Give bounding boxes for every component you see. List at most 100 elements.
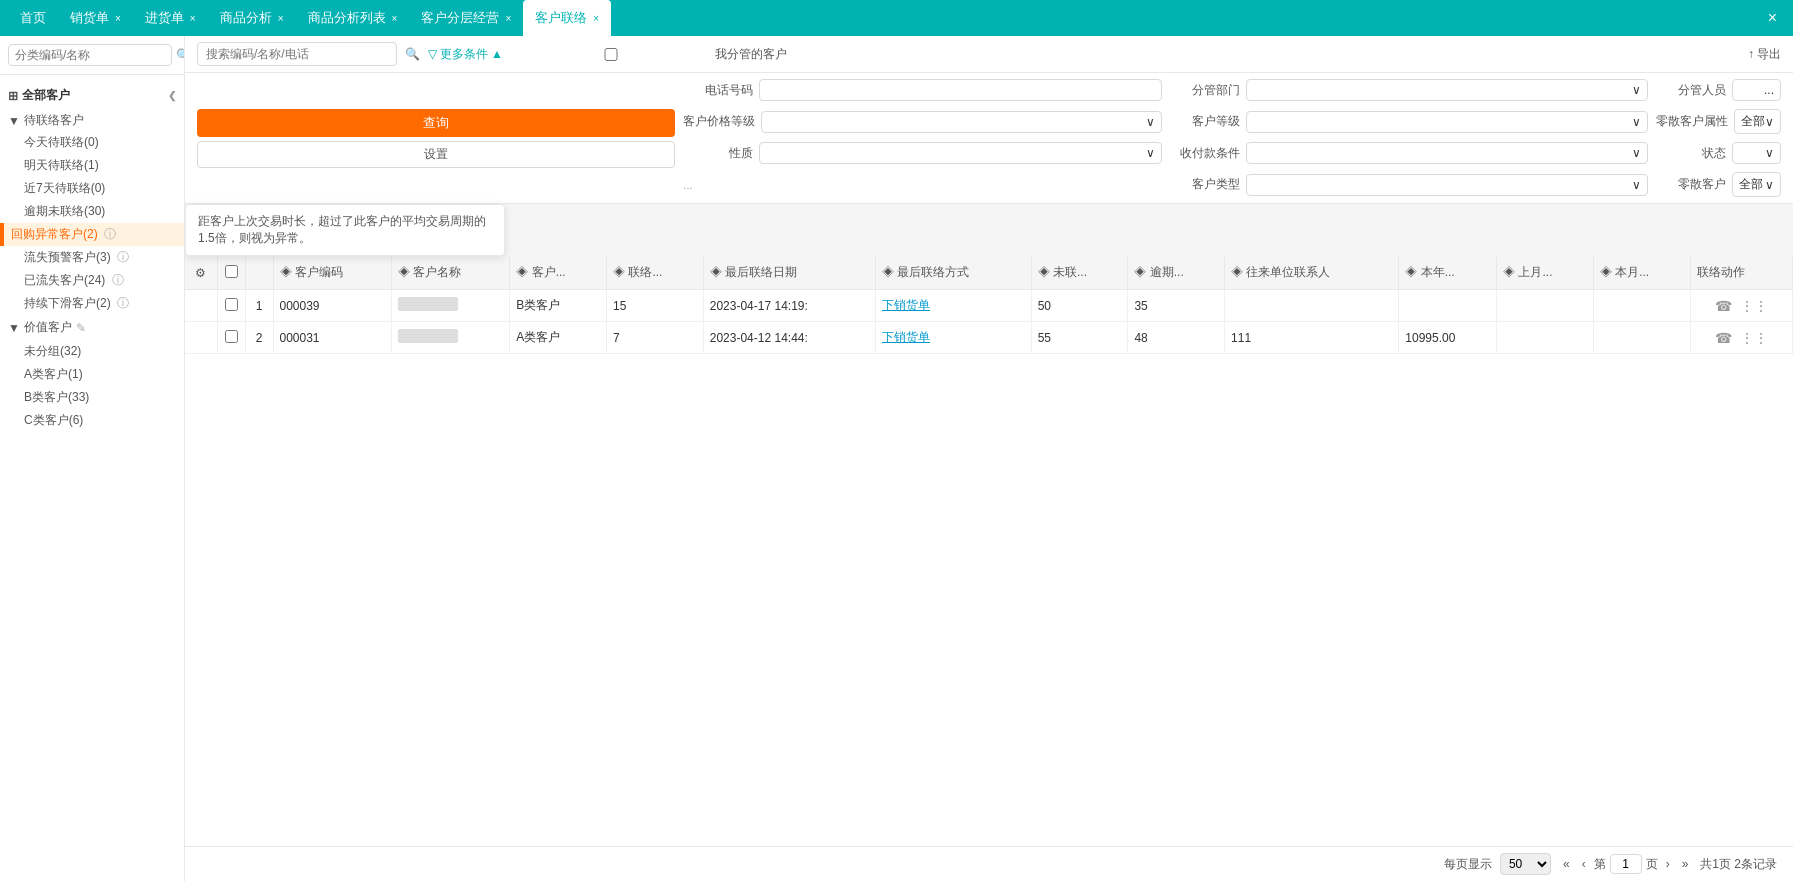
sidebar-search-icon[interactable]: 🔍: [176, 48, 185, 62]
value-customer-group[interactable]: ▼ 价值客户 ✎: [0, 315, 184, 340]
col-this-year[interactable]: ◈ 本年...: [1399, 256, 1497, 290]
nav-customer-contact-close[interactable]: ×: [593, 13, 599, 24]
filter-person: 分管人员 ...: [1656, 79, 1781, 101]
filter-bar: 🔍 ▽ 更多条件 ▲ 我分管的客户 ↑ 导出: [185, 36, 1793, 73]
col-no-contact[interactable]: ◈ 未联...: [1031, 256, 1128, 290]
row2-more-icon[interactable]: ⋮⋮: [1740, 330, 1768, 346]
ellipsis-icon: ...: [1764, 83, 1774, 97]
payment-select[interactable]: ∨: [1246, 142, 1648, 164]
retail-customer-select[interactable]: 全部 ∨: [1732, 172, 1781, 197]
row1-settings: [185, 290, 217, 322]
phone-input[interactable]: [759, 79, 1161, 101]
more-conditions-btn[interactable]: ▽ 更多条件 ▲: [428, 46, 503, 63]
sidebar-search-input[interactable]: [8, 44, 172, 66]
nav-home[interactable]: 首页: [8, 0, 58, 36]
payment-label: 收付款条件: [1170, 145, 1240, 162]
dept-select[interactable]: ∨: [1246, 79, 1648, 101]
settings-button[interactable]: 设置: [197, 141, 675, 168]
sidebar-item-repurchase-abnormal[interactable]: 回购异常客户(2) ⓘ: [0, 223, 184, 246]
select-all-checkbox[interactable]: [225, 265, 238, 278]
row1-call-icon[interactable]: ☎: [1715, 298, 1732, 314]
first-page-btn[interactable]: «: [1559, 855, 1574, 873]
retail-attr-select[interactable]: 全部 ∨: [1734, 109, 1781, 134]
status-select[interactable]: ∨: [1732, 142, 1781, 164]
col-overdue[interactable]: ◈ 逾期...: [1128, 256, 1225, 290]
value-edit-icon[interactable]: ✎: [76, 321, 86, 335]
col-last-method[interactable]: ◈ 最后联络方式: [876, 256, 1032, 290]
sidebar-item-declining[interactable]: 持续下滑客户(2) ⓘ: [0, 292, 184, 315]
col-name[interactable]: ◈ 客户名称: [391, 256, 509, 290]
col-settings[interactable]: ⚙: [185, 256, 217, 290]
value-arrow: ▼: [8, 321, 20, 335]
filter-retail-customer: 零散客户 全部 ∨: [1656, 172, 1781, 197]
row1-no-contact: 50: [1031, 290, 1128, 322]
col-this-month[interactable]: ◈ 本月...: [1593, 256, 1690, 290]
filter-icon: ▽: [428, 47, 437, 61]
query-button[interactable]: 查询: [197, 109, 675, 137]
row2-last-method-link[interactable]: 下销货单: [882, 330, 930, 344]
col-type[interactable]: ◈ 客户...: [510, 256, 607, 290]
nav-customer-contact[interactable]: 客户联络 ×: [523, 0, 611, 36]
col-last-month[interactable]: ◈ 上月...: [1497, 256, 1594, 290]
col-code[interactable]: ◈ 客户编码: [273, 256, 391, 290]
row1-more-icon[interactable]: ⋮⋮: [1740, 298, 1768, 314]
per-page-select[interactable]: 50 100 200: [1500, 853, 1551, 875]
nav-sales[interactable]: 销货单 ×: [58, 0, 133, 36]
my-customer-checkbox-area[interactable]: 我分管的客户: [511, 46, 787, 63]
nav-purchase-close[interactable]: ×: [190, 13, 196, 24]
sidebar-item-ungrouped[interactable]: 未分组(32): [0, 340, 184, 363]
last-page-btn[interactable]: »: [1678, 855, 1693, 873]
row2-last-method: 下销货单: [876, 322, 1032, 354]
nav-analysis-list-close[interactable]: ×: [392, 13, 398, 24]
page-number-input[interactable]: [1610, 854, 1642, 874]
search-input[interactable]: [197, 42, 397, 66]
nature-select[interactable]: ∨: [759, 142, 1161, 164]
my-customer-checkbox[interactable]: [511, 48, 711, 61]
sidebar-item-class-a[interactable]: A类客户(1): [0, 363, 184, 386]
nav-purchase[interactable]: 进货单 ×: [133, 0, 208, 36]
person-select[interactable]: ...: [1732, 79, 1781, 101]
nav-analysis-list[interactable]: 商品分析列表 ×: [296, 0, 410, 36]
sidebar-item-class-b[interactable]: B类客户(33): [0, 386, 184, 409]
sidebar-item-churned[interactable]: 已流失客户(24) ⓘ: [0, 269, 184, 292]
row2-call-icon[interactable]: ☎: [1715, 330, 1732, 346]
customer-grade-select[interactable]: ∨: [1246, 111, 1648, 133]
row1-actions: ☎ ⋮⋮: [1690, 290, 1792, 322]
col-index: [245, 256, 273, 290]
collapse-icon[interactable]: ❮: [168, 90, 176, 101]
row2-code: 000031: [273, 322, 391, 354]
row1-select[interactable]: [225, 298, 238, 311]
group-pending-contact[interactable]: ▼ 待联络客户: [0, 108, 184, 131]
price-grade-select[interactable]: ∨: [761, 111, 1161, 133]
window-close-button[interactable]: ×: [1760, 9, 1785, 27]
row2-select[interactable]: [225, 330, 238, 343]
row1-last-method-link[interactable]: 下销货单: [882, 298, 930, 312]
prev-page-btn[interactable]: ‹: [1578, 855, 1590, 873]
tree-all-customers[interactable]: ⊞ 全部客户 ❮: [0, 83, 184, 108]
export-button[interactable]: ↑ 导出: [1748, 46, 1781, 63]
row1-last-method: 下销货单: [876, 290, 1032, 322]
nav-analysis[interactable]: 商品分析 ×: [208, 0, 296, 36]
row1-index: 1: [245, 290, 273, 322]
sidebar-item-overdue[interactable]: 逾期未联络(30): [0, 200, 184, 223]
table-row: 1 000039 B类客户 15: [185, 290, 1793, 322]
nav-sales-close[interactable]: ×: [115, 13, 121, 24]
nav-customer-layer-close[interactable]: ×: [505, 13, 511, 24]
advanced-filters: 电话号码 分管部门 ∨ 分管人员 ...: [185, 73, 1793, 204]
sidebar-item-churn-warning[interactable]: 流失预警客户(3) ⓘ: [0, 246, 184, 269]
nav-analysis-close[interactable]: ×: [278, 13, 284, 24]
page-suffix: 页: [1646, 856, 1658, 873]
sidebar-item-class-c[interactable]: C类客户(6): [0, 409, 184, 432]
sidebar-item-today[interactable]: 今天待联络(0): [0, 131, 184, 154]
col-contact-person[interactable]: ◈ 往来单位联系人: [1225, 256, 1399, 290]
more-conditions-dots[interactable]: ...: [683, 179, 692, 191]
filter-search-icon[interactable]: 🔍: [405, 47, 420, 61]
row2-last-date: 2023-04-12 14:44:: [703, 322, 875, 354]
sidebar-item-7days[interactable]: 近7天待联络(0): [0, 177, 184, 200]
col-last-date[interactable]: ◈ 最后联络日期: [703, 256, 875, 290]
next-page-btn[interactable]: ›: [1662, 855, 1674, 873]
customer-type-select[interactable]: ∨: [1246, 174, 1648, 196]
col-contact-count[interactable]: ◈ 联络...: [607, 256, 704, 290]
sidebar-item-tomorrow[interactable]: 明天待联络(1): [0, 154, 184, 177]
nav-customer-layer[interactable]: 客户分层经营 ×: [409, 0, 523, 36]
